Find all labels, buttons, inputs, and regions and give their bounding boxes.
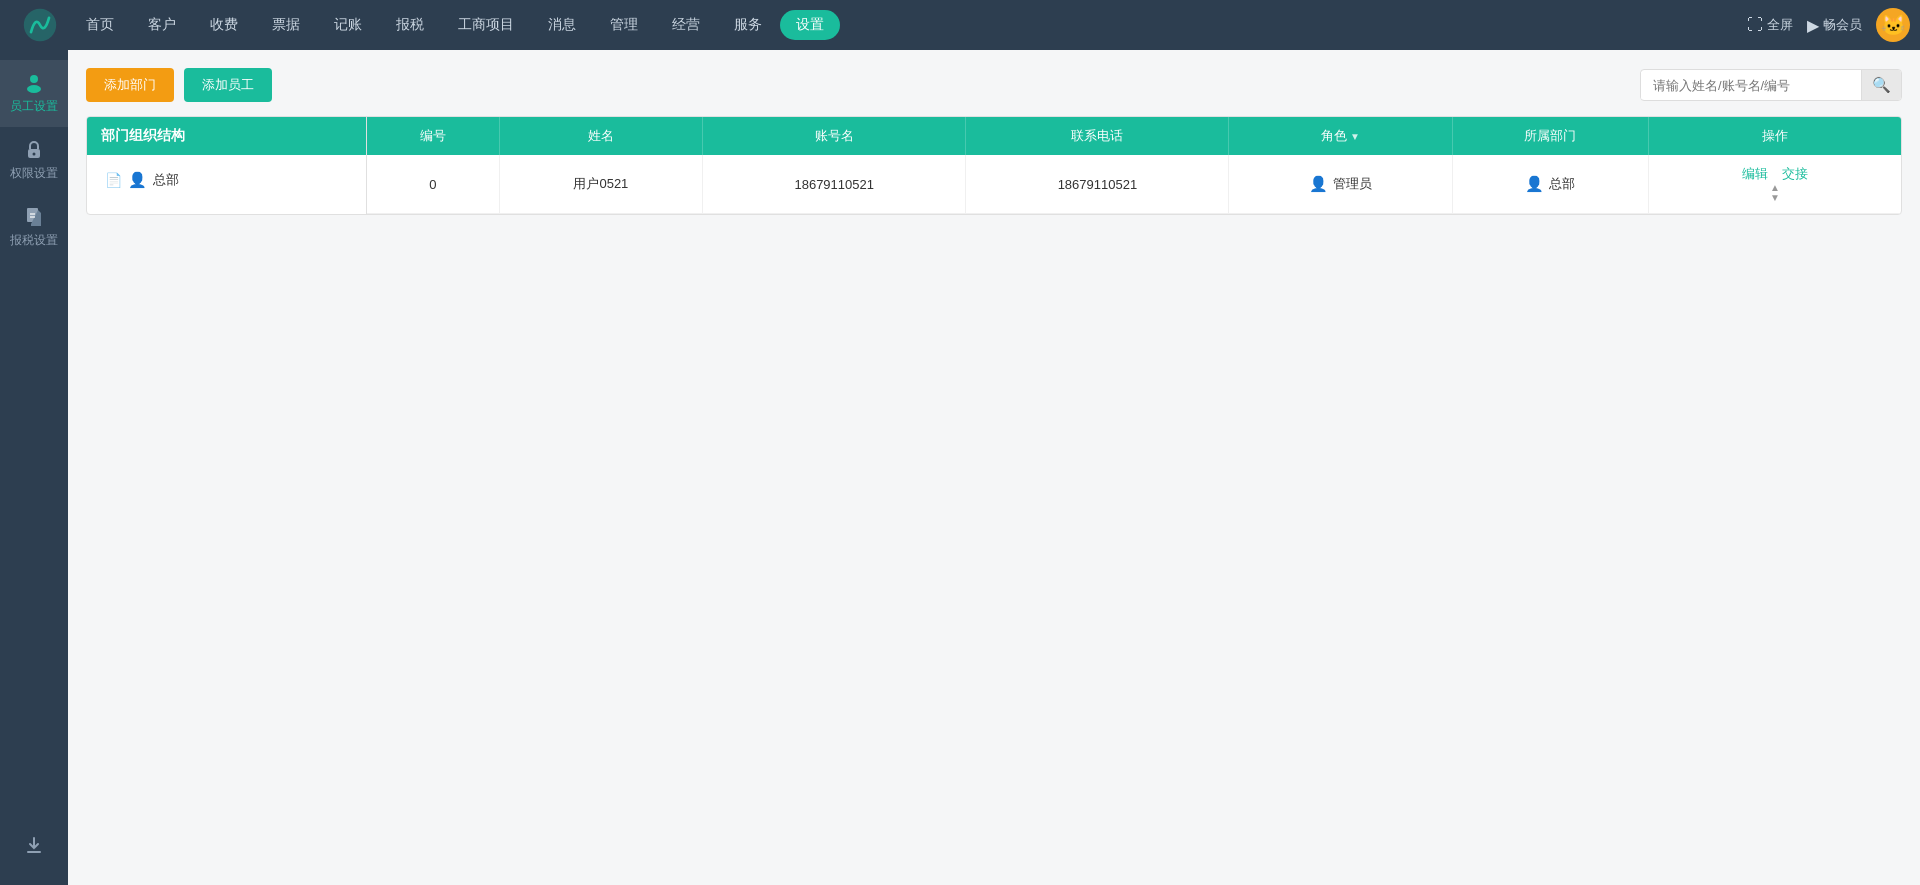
- sidebar: 员工设置 权限设置 报税设置: [0, 50, 68, 885]
- scroll-arrows[interactable]: ▲▼: [1663, 183, 1887, 203]
- main-layout: 员工设置 权限设置 报税设置: [0, 50, 1920, 885]
- add-employee-button[interactable]: 添加员工: [184, 68, 272, 102]
- sidebar-employee-label: 员工设置: [10, 98, 58, 115]
- sidebar-item-tax-settings[interactable]: 报税设置: [0, 194, 68, 261]
- search-input[interactable]: [1641, 72, 1861, 99]
- dept-cell-icon: 👤: [1525, 175, 1544, 193]
- employee-table: 编号 姓名 账号名 联系电话 角色 ▼ 所属部门 操作: [367, 117, 1901, 214]
- search-button[interactable]: 🔍: [1861, 70, 1901, 100]
- vip-label: 畅会员: [1823, 16, 1862, 34]
- sidebar-tax-settings-label: 报税设置: [10, 232, 58, 249]
- dept-tree-header: 部门组织结构: [87, 117, 366, 155]
- cell-id: 0: [367, 155, 499, 214]
- nav-business[interactable]: 工商项目: [442, 10, 530, 40]
- file-tax-icon: [23, 206, 45, 228]
- table-header-row: 编号 姓名 账号名 联系电话 角色 ▼ 所属部门 操作: [367, 117, 1901, 155]
- col-actions: 操作: [1648, 117, 1901, 155]
- sidebar-item-permissions[interactable]: 权限设置: [0, 127, 68, 194]
- dept-item-general[interactable]: 📄 👤 总部: [97, 165, 356, 195]
- vip-button[interactable]: ▶ 畅会员: [1807, 16, 1862, 35]
- table-row: 0 用户0521 18679110521 18679110521 👤 管理员: [367, 155, 1901, 214]
- nav-message[interactable]: 消息: [532, 10, 592, 40]
- nav-ticket[interactable]: 票据: [256, 10, 316, 40]
- lock-icon: [23, 139, 45, 161]
- nav-operation[interactable]: 经营: [656, 10, 716, 40]
- toolbar: 添加部门 添加员工 🔍: [86, 68, 1902, 102]
- filter-icon: ▼: [1350, 131, 1360, 142]
- nav-settings[interactable]: 设置: [780, 10, 840, 40]
- sidebar-download[interactable]: [0, 823, 68, 869]
- role-value: 管理员: [1333, 175, 1372, 193]
- search-box: 🔍: [1640, 69, 1902, 101]
- dept-item-label: 总部: [153, 171, 179, 189]
- download-icon: [23, 835, 45, 857]
- col-name: 姓名: [499, 117, 703, 155]
- dept-tree: 部门组织结构 📄 👤 总部: [87, 117, 367, 214]
- dept-tree-body: 📄 👤 总部: [87, 155, 366, 205]
- cell-role: 👤 管理员: [1229, 155, 1452, 214]
- nav-right: ⛶ 全屏 ▶ 畅会员 🐱: [1747, 8, 1910, 42]
- col-role-label: 角色: [1321, 127, 1347, 145]
- nav-bookkeeping[interactable]: 记账: [318, 10, 378, 40]
- dept-value: 总部: [1549, 175, 1575, 193]
- person-icon: [23, 72, 45, 94]
- avatar[interactable]: 🐱: [1876, 8, 1910, 42]
- nav-customer[interactable]: 客户: [132, 10, 192, 40]
- cell-name: 用户0521: [499, 155, 703, 214]
- add-dept-button[interactable]: 添加部门: [86, 68, 174, 102]
- sidebar-item-employee[interactable]: 员工设置: [0, 60, 68, 127]
- col-dept: 所属部门: [1452, 117, 1648, 155]
- emp-table-area: 编号 姓名 账号名 联系电话 角色 ▼ 所属部门 操作: [367, 117, 1901, 214]
- svg-point-1: [30, 75, 38, 83]
- nav-service[interactable]: 服务: [718, 10, 778, 40]
- col-role[interactable]: 角色 ▼: [1229, 117, 1452, 155]
- nav-items: 首页 客户 收费 票据 记账 报税 工商项目 消息 管理 经营 服务 设置: [70, 10, 1747, 40]
- sidebar-bottom: [0, 823, 68, 885]
- col-account: 账号名: [703, 117, 966, 155]
- nav-tax[interactable]: 报税: [380, 10, 440, 40]
- nav-home[interactable]: 首页: [70, 10, 130, 40]
- cell-actions: 编辑 交接 ▲▼: [1648, 155, 1901, 214]
- edit-link[interactable]: 编辑: [1742, 166, 1768, 181]
- fullscreen-label: 全屏: [1767, 16, 1793, 34]
- col-phone: 联系电话: [966, 117, 1229, 155]
- cell-account: 18679110521: [703, 155, 966, 214]
- nav-manage[interactable]: 管理: [594, 10, 654, 40]
- dept-user-icon: 👤: [128, 171, 147, 189]
- role-user-icon: 👤: [1309, 175, 1328, 193]
- svg-point-4: [33, 153, 36, 156]
- svg-rect-9: [27, 851, 41, 853]
- sidebar-permissions-label: 权限设置: [10, 165, 58, 182]
- svg-point-2: [27, 85, 41, 93]
- content-area: 添加部门 添加员工 🔍 部门组织结构 📄 👤 总部: [68, 50, 1920, 885]
- col-id: 编号: [367, 117, 499, 155]
- logo: [10, 7, 70, 43]
- top-nav: 首页 客户 收费 票据 记账 报税 工商项目 消息 管理 经营 服务 设置 ⛶ …: [0, 0, 1920, 50]
- dept-file-icon: 📄: [105, 172, 122, 188]
- cell-dept: 👤 总部: [1452, 155, 1648, 214]
- role-filter[interactable]: 角色 ▼: [1321, 127, 1360, 145]
- employee-section: 部门组织结构 📄 👤 总部 编号 姓名 账号名: [86, 116, 1902, 215]
- nav-fee[interactable]: 收费: [194, 10, 254, 40]
- transfer-link[interactable]: 交接: [1782, 166, 1808, 181]
- cell-phone: 18679110521: [966, 155, 1229, 214]
- logo-icon: [22, 7, 58, 43]
- fullscreen-button[interactable]: ⛶ 全屏: [1747, 16, 1793, 34]
